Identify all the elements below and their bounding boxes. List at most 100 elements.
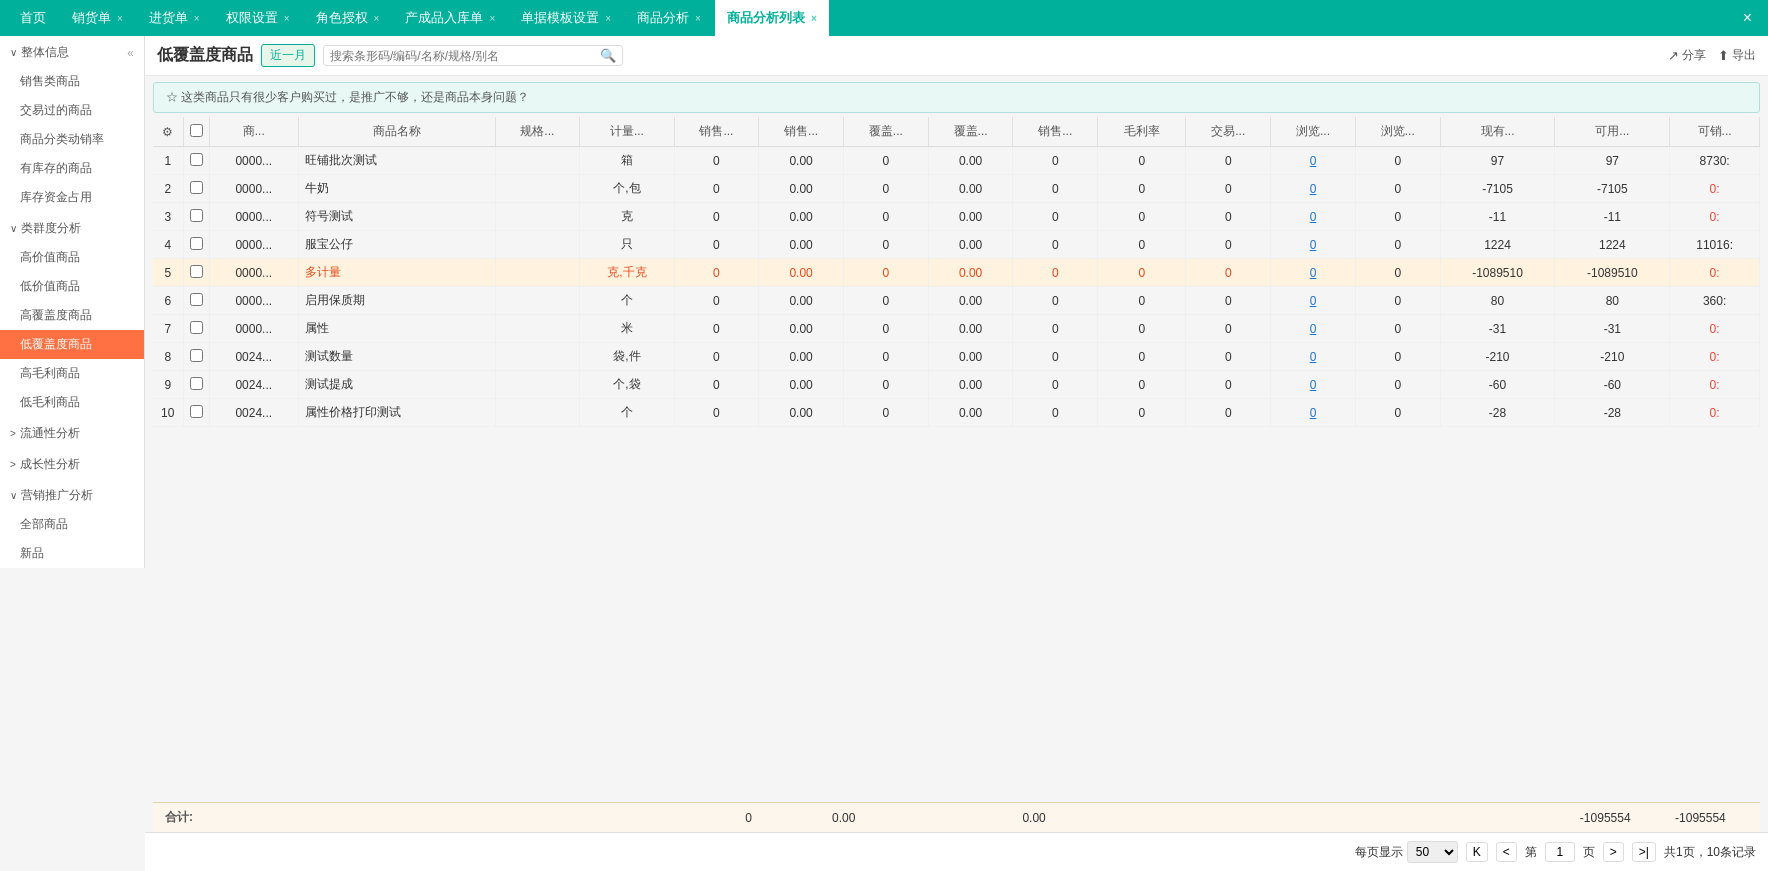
nav-tab-sales-close[interactable]: × <box>117 13 123 24</box>
sidebar-section-growth[interactable]: > 成长性分析 <box>0 448 144 479</box>
sidebar-item-sales-goods[interactable]: 销售类商品 <box>0 67 144 96</box>
cell-checkbox[interactable] <box>183 371 209 399</box>
sidebar-item-traded-goods[interactable]: 交易过的商品 <box>0 96 144 125</box>
cell-checkbox[interactable] <box>183 203 209 231</box>
row-checkbox[interactable] <box>190 237 203 250</box>
th-stock1[interactable]: 现有... <box>1440 117 1555 147</box>
settings-icon[interactable]: ⚙ <box>162 125 173 139</box>
row-checkbox[interactable] <box>190 265 203 278</box>
row-checkbox[interactable] <box>190 293 203 306</box>
th-coverage1[interactable]: 覆盖... <box>843 117 928 147</box>
sidebar-section-overview[interactable]: ∨ 整体信息 « <box>0 36 144 67</box>
cell-checkbox[interactable] <box>183 399 209 427</box>
search-icon[interactable]: 🔍 <box>600 48 616 63</box>
cell-checkbox[interactable] <box>183 147 209 175</box>
sidebar-item-category-sales-rate[interactable]: 商品分类动销率 <box>0 125 144 154</box>
nav-tab-analysis-close[interactable]: × <box>695 13 701 24</box>
th-settings[interactable]: ⚙ <box>153 117 183 147</box>
sidebar-item-stocked-goods[interactable]: 有库存的商品 <box>0 154 144 183</box>
page-prev-button[interactable]: < <box>1496 842 1517 862</box>
sidebar-collapse-icon[interactable]: « <box>127 46 134 60</box>
cell-browse1[interactable]: 0 <box>1271 315 1356 343</box>
sidebar-item-low-profit[interactable]: 低毛利商品 <box>0 388 144 417</box>
th-browse1[interactable]: 浏览... <box>1271 117 1356 147</box>
sidebar-item-high-coverage[interactable]: 高覆盖度商品 <box>0 301 144 330</box>
cell-browse1[interactable]: 0 <box>1271 287 1356 315</box>
th-sales3[interactable]: 销售... <box>1013 117 1098 147</box>
row-checkbox[interactable] <box>190 349 203 362</box>
sidebar-item-stock-capital[interactable]: 库存资金占用 <box>0 183 144 212</box>
nav-tab-purchase[interactable]: 进货单 × <box>137 0 212 36</box>
share-button[interactable]: ↗ 分享 <box>1668 47 1706 64</box>
page-next-button[interactable]: > <box>1603 842 1624 862</box>
cell-browse1[interactable]: 0 <box>1271 231 1356 259</box>
sidebar-section-marketing[interactable]: ∨ 营销推广分析 <box>0 479 144 510</box>
data-table-wrapper[interactable]: ⚙ 商... 商品名称 规格... 计量... 销售... 销售... 覆盖..… <box>153 117 1760 802</box>
nav-tab-analysis[interactable]: 商品分析 × <box>625 0 713 36</box>
sidebar-item-low-coverage[interactable]: 低覆盖度商品 <box>0 330 144 359</box>
th-trade[interactable]: 交易... <box>1186 117 1271 147</box>
th-code[interactable]: 商... <box>209 117 299 147</box>
cell-browse1[interactable]: 0 <box>1271 343 1356 371</box>
nav-tab-analysis-list-close[interactable]: × <box>811 13 817 24</box>
cell-browse1[interactable]: 0 <box>1271 147 1356 175</box>
row-checkbox[interactable] <box>190 405 203 418</box>
sidebar-section-cluster[interactable]: ∨ 类群度分析 <box>0 212 144 243</box>
cell-checkbox[interactable] <box>183 343 209 371</box>
row-checkbox[interactable] <box>190 377 203 390</box>
th-unit[interactable]: 计量... <box>580 117 674 147</box>
th-spec[interactable]: 规格... <box>495 117 580 147</box>
nav-tab-role[interactable]: 角色授权 × <box>304 0 392 36</box>
sidebar-section-flow[interactable]: > 流通性分析 <box>0 417 144 448</box>
nav-tab-template[interactable]: 单据模板设置 × <box>509 0 623 36</box>
nav-tab-sales[interactable]: 销货单 × <box>60 0 135 36</box>
sidebar-item-high-value[interactable]: 高价值商品 <box>0 243 144 272</box>
th-stock2[interactable]: 可用... <box>1555 117 1670 147</box>
nav-tab-template-close[interactable]: × <box>605 13 611 24</box>
cell-checkbox[interactable] <box>183 287 209 315</box>
cell-browse1[interactable]: 0 <box>1271 259 1356 287</box>
nav-tab-permission-close[interactable]: × <box>284 13 290 24</box>
page-first-button[interactable]: K <box>1466 842 1488 862</box>
th-coverage2[interactable]: 覆盖... <box>928 117 1013 147</box>
page-last-button[interactable]: >| <box>1632 842 1656 862</box>
cell-browse2: 0 <box>1355 259 1440 287</box>
cell-checkbox[interactable] <box>183 259 209 287</box>
period-button[interactable]: 近一月 <box>261 44 315 67</box>
nav-tab-purchase-close[interactable]: × <box>194 13 200 24</box>
row-checkbox[interactable] <box>190 321 203 334</box>
cell-checkbox[interactable] <box>183 315 209 343</box>
th-sales1[interactable]: 销售... <box>674 117 759 147</box>
th-name[interactable]: 商品名称 <box>299 117 495 147</box>
nav-tab-analysis-list[interactable]: 商品分析列表 × <box>715 0 829 36</box>
select-all-checkbox[interactable] <box>190 124 203 137</box>
cell-browse1[interactable]: 0 <box>1271 175 1356 203</box>
th-browse2[interactable]: 浏览... <box>1355 117 1440 147</box>
page-size-select[interactable]: 50 100 200 <box>1407 841 1458 863</box>
th-checkbox[interactable] <box>183 117 209 147</box>
cell-checkbox[interactable] <box>183 175 209 203</box>
cell-checkbox[interactable] <box>183 231 209 259</box>
nav-tab-product[interactable]: 产成品入库单 × <box>393 0 507 36</box>
page-input[interactable] <box>1545 842 1575 862</box>
nav-close-all-button[interactable]: × <box>1735 9 1760 27</box>
th-profit[interactable]: 毛利率 <box>1098 117 1186 147</box>
nav-tab-product-close[interactable]: × <box>489 13 495 24</box>
nav-tab-role-close[interactable]: × <box>374 13 380 24</box>
sidebar-item-new-goods[interactable]: 新品 <box>0 539 144 568</box>
export-button[interactable]: ⬆ 导出 <box>1718 47 1756 64</box>
th-stock3[interactable]: 可销... <box>1670 117 1760 147</box>
search-input[interactable] <box>330 49 596 63</box>
row-checkbox[interactable] <box>190 209 203 222</box>
cell-browse1[interactable]: 0 <box>1271 203 1356 231</box>
row-checkbox[interactable] <box>190 181 203 194</box>
cell-browse1[interactable]: 0 <box>1271 399 1356 427</box>
cell-browse1[interactable]: 0 <box>1271 371 1356 399</box>
nav-tab-permission[interactable]: 权限设置 × <box>214 0 302 36</box>
sidebar-item-all-goods[interactable]: 全部商品 <box>0 510 144 539</box>
nav-tab-home[interactable]: 首页 <box>8 0 58 36</box>
th-sales2[interactable]: 销售... <box>759 117 844 147</box>
sidebar-item-high-profit[interactable]: 高毛利商品 <box>0 359 144 388</box>
row-checkbox[interactable] <box>190 153 203 166</box>
sidebar-item-low-value[interactable]: 低价值商品 <box>0 272 144 301</box>
